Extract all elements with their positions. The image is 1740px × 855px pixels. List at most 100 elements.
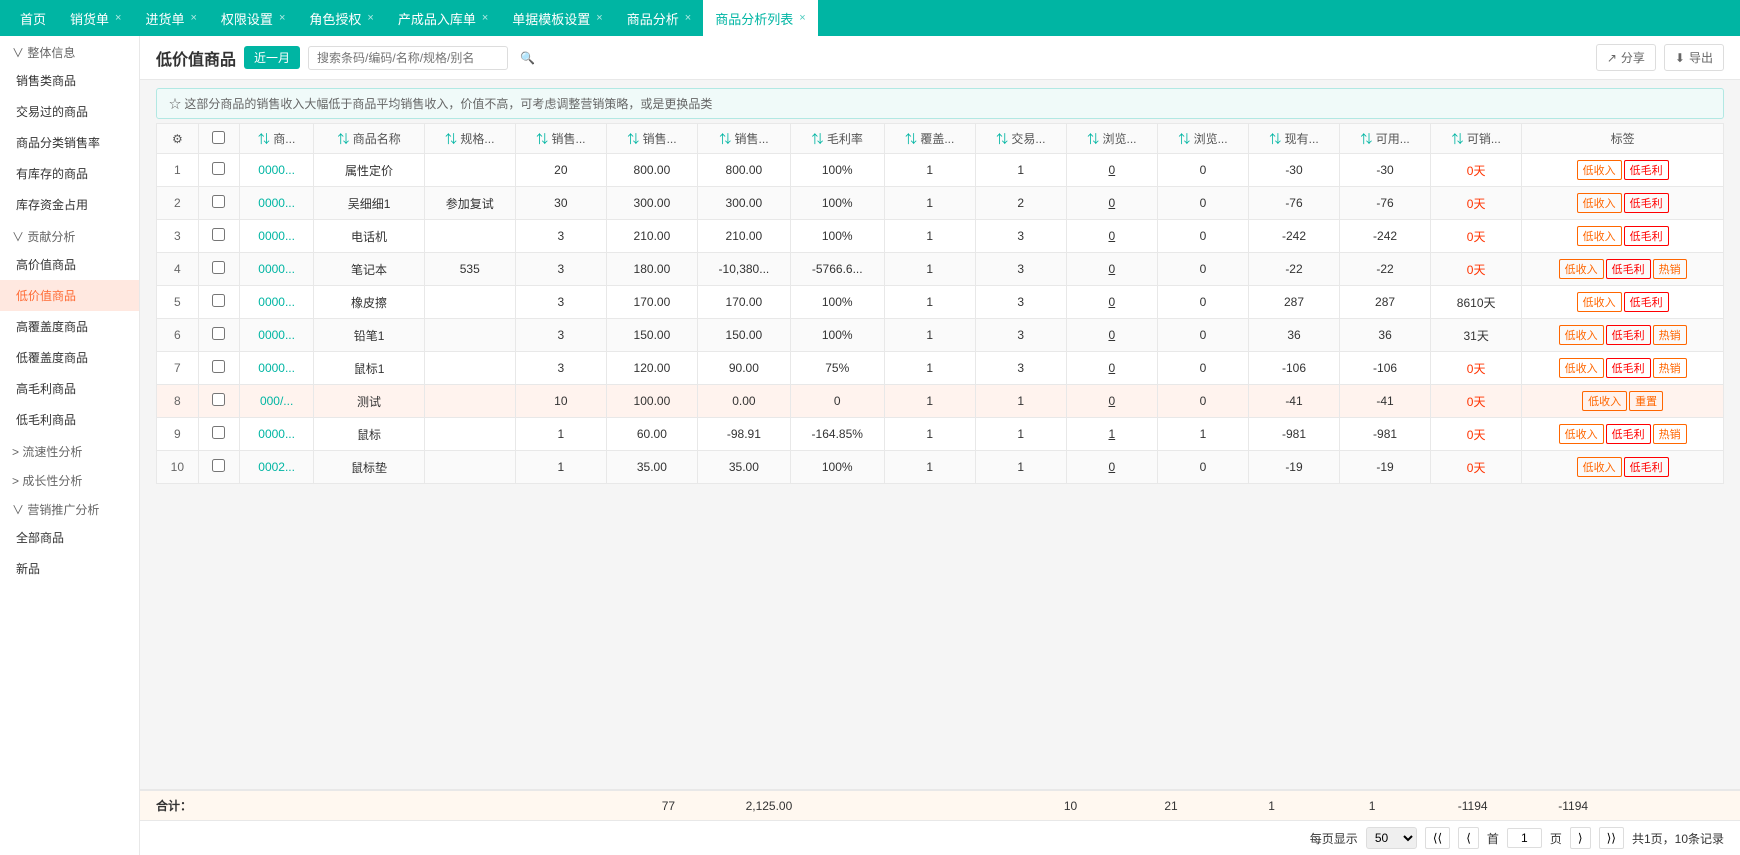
nav-purchase-order[interactable]: 进货单 × — [133, 0, 208, 36]
sidebar-item-low-margin[interactable]: 低毛利商品 — [0, 404, 139, 435]
sidebar-item-traded-products[interactable]: 交易过的商品 — [0, 96, 139, 127]
col-profit-rate[interactable]: ⇅ 毛利率 — [790, 124, 884, 154]
row-checkbox[interactable] — [212, 393, 225, 406]
close-icon[interactable]: × — [279, 12, 285, 24]
col-saleable[interactable]: ⇅ 可销... — [1431, 124, 1522, 154]
sidebar-item-high-coverage[interactable]: 高覆盖度商品 — [0, 311, 139, 342]
view1-link[interactable]: 0 — [1108, 163, 1115, 177]
cell-checkbox[interactable] — [198, 352, 239, 385]
close-icon[interactable]: × — [190, 12, 196, 24]
nav-product-entry[interactable]: 产成品入库单 × — [386, 0, 500, 36]
close-icon[interactable]: × — [482, 12, 488, 24]
cell-checkbox[interactable] — [198, 385, 239, 418]
cell-checkbox[interactable] — [198, 154, 239, 187]
cell-checkbox[interactable] — [198, 418, 239, 451]
cell-view1: 0 — [1066, 319, 1157, 352]
nav-product-analysis[interactable]: 商品分析 × — [615, 0, 703, 36]
row-checkbox[interactable] — [212, 426, 225, 439]
col-code[interactable]: ⇅ 商... — [239, 124, 314, 154]
next-page-button[interactable]: ⟩ — [1570, 827, 1591, 849]
close-icon[interactable]: × — [115, 12, 121, 24]
first-page-button[interactable]: ⟨⟨ — [1425, 827, 1450, 849]
col-sale-amt[interactable]: ⇅ 销售... — [606, 124, 697, 154]
view1-link[interactable]: 0 — [1108, 361, 1115, 375]
row-checkbox[interactable] — [212, 261, 225, 274]
view1-link[interactable]: 0 — [1108, 262, 1115, 276]
row-checkbox[interactable] — [212, 327, 225, 340]
col-spec[interactable]: ⇅ 规格... — [424, 124, 515, 154]
sidebar-item-sales-products[interactable]: 销售类商品 — [0, 65, 139, 96]
view1-link[interactable]: 0 — [1108, 460, 1115, 474]
close-icon[interactable]: × — [685, 12, 691, 24]
col-coverage[interactable]: ⇅ 覆盖... — [884, 124, 975, 154]
sidebar-item-stocked-products[interactable]: 有库存的商品 — [0, 158, 139, 189]
nav-sales-order[interactable]: 销货单 × — [58, 0, 133, 36]
per-page-select[interactable]: 50 100 200 — [1366, 827, 1417, 849]
sidebar-item-low-coverage[interactable]: 低覆盖度商品 — [0, 342, 139, 373]
cell-spec — [424, 286, 515, 319]
cell-checkbox[interactable] — [198, 286, 239, 319]
search-input[interactable] — [308, 46, 508, 70]
sidebar-item-new-products[interactable]: 新品 — [0, 553, 139, 584]
col-current[interactable]: ⇅ 现有... — [1248, 124, 1339, 154]
cell-checkbox[interactable] — [198, 253, 239, 286]
view1-link[interactable]: 0 — [1108, 295, 1115, 309]
sidebar-group-growth[interactable]: > 成长性分析 — [0, 464, 139, 493]
sort-icon: ⇅ — [1087, 132, 1099, 146]
export-button[interactable]: ⬇ 导出 — [1664, 44, 1724, 71]
sidebar-item-inventory-capital[interactable]: 库存资金占用 — [0, 189, 139, 220]
sidebar-group-marketing[interactable]: ∨ 营销推广分析 — [0, 493, 139, 522]
search-icon[interactable]: 🔍 — [520, 51, 535, 65]
col-checkbox[interactable] — [198, 124, 239, 154]
sidebar-group-velocity[interactable]: > 流速性分析 — [0, 435, 139, 464]
close-icon[interactable]: × — [596, 12, 602, 24]
close-icon[interactable]: × — [799, 12, 805, 24]
cell-code: 0000... — [239, 319, 314, 352]
prev-page-button[interactable]: ⟨ — [1458, 827, 1479, 849]
close-icon[interactable]: × — [367, 12, 373, 24]
sidebar-item-category-sales-rate[interactable]: 商品分类销售率 — [0, 127, 139, 158]
cell-checkbox[interactable] — [198, 187, 239, 220]
row-checkbox[interactable] — [212, 162, 225, 175]
nav-product-analysis-list[interactable]: 商品分析列表 × — [703, 0, 817, 36]
nav-role-auth[interactable]: 角色授权 × — [297, 0, 385, 36]
share-button[interactable]: ↗ 分享 — [1596, 44, 1656, 71]
select-all-checkbox[interactable] — [212, 131, 225, 144]
sidebar-item-high-value[interactable]: 高价值商品 — [0, 249, 139, 280]
row-checkbox[interactable] — [212, 228, 225, 241]
nav-home[interactable]: 首页 — [8, 0, 58, 36]
cell-checkbox[interactable] — [198, 451, 239, 484]
period-button[interactable]: 近一月 — [244, 46, 300, 69]
row-checkbox[interactable] — [212, 195, 225, 208]
row-checkbox[interactable] — [212, 294, 225, 307]
col-trade[interactable]: ⇅ 交易... — [975, 124, 1066, 154]
view1-link[interactable]: 0 — [1108, 394, 1115, 408]
nav-template-settings[interactable]: 单据模板设置 × — [500, 0, 614, 36]
col-sale-qty[interactable]: ⇅ 销售... — [515, 124, 606, 154]
nav-permission-settings[interactable]: 权限设置 × — [209, 0, 297, 36]
view1-link[interactable]: 0 — [1108, 328, 1115, 342]
last-page-button[interactable]: ⟩⟩ — [1599, 827, 1624, 849]
view1-link[interactable]: 1 — [1108, 427, 1115, 441]
table-row: 4 0000... 笔记本 535 3 180.00 -10,380... -5… — [157, 253, 1724, 286]
cell-checkbox[interactable] — [198, 319, 239, 352]
cell-sale-cost: 170.00 — [697, 286, 790, 319]
cell-checkbox[interactable] — [198, 220, 239, 253]
sidebar-group-contribution[interactable]: ∨ 贡献分析 — [0, 220, 139, 249]
col-sale-cost[interactable]: ⇅ 销售... — [697, 124, 790, 154]
sidebar-item-low-value[interactable]: 低价值商品 — [0, 280, 139, 311]
sidebar-item-all-products[interactable]: 全部商品 — [0, 522, 139, 553]
col-name[interactable]: ⇅ 商品名称 — [314, 124, 424, 154]
sidebar-item-high-margin[interactable]: 高毛利商品 — [0, 373, 139, 404]
row-checkbox[interactable] — [212, 459, 225, 472]
table-container: ⚙ ⇅ 商... ⇅ 商品名称 ⇅ 规格... ⇅ 销售... ⇅ 销售... … — [156, 123, 1724, 789]
view1-link[interactable]: 0 — [1108, 229, 1115, 243]
row-checkbox[interactable] — [212, 360, 225, 373]
col-gear[interactable]: ⚙ — [157, 124, 199, 154]
sidebar-group-overall[interactable]: ∨ 整体信息 — [0, 36, 139, 65]
page-input[interactable] — [1507, 828, 1542, 848]
col-available[interactable]: ⇅ 可用... — [1340, 124, 1431, 154]
col-view1[interactable]: ⇅ 浏览... — [1066, 124, 1157, 154]
col-view2[interactable]: ⇅ 浏览... — [1157, 124, 1248, 154]
view1-link[interactable]: 0 — [1108, 196, 1115, 210]
